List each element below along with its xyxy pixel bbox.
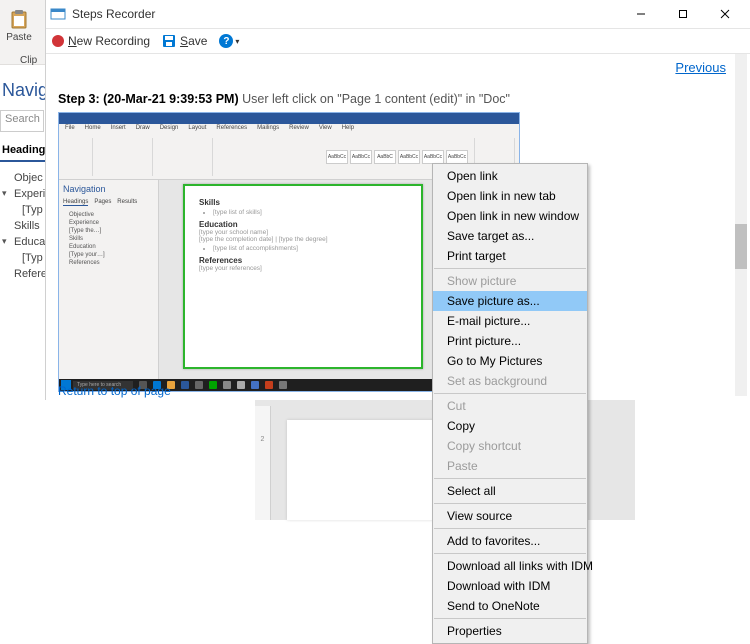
context-menu: Open link Open link in new tab Open link…: [432, 163, 588, 644]
ctx-open-link-new-tab[interactable]: Open link in new tab: [433, 186, 587, 206]
ctx-separator: [434, 553, 586, 554]
ctx-open-link[interactable]: Open link: [433, 166, 587, 186]
ctx-save-target-as[interactable]: Save target as...: [433, 226, 587, 246]
step-caption: Step 3: (20-Mar-21 9:39:53 PM) User left…: [58, 92, 732, 106]
vertical-ruler: 2: [255, 406, 271, 520]
ctx-properties[interactable]: Properties: [433, 621, 587, 641]
ctx-separator: [434, 503, 586, 504]
ctx-cut: Cut: [433, 396, 587, 416]
close-button[interactable]: [704, 0, 746, 28]
ctx-save-picture-as[interactable]: Save picture as...: [433, 291, 587, 311]
paste-button[interactable]: Paste: [5, 10, 33, 43]
ctx-separator: [434, 268, 586, 269]
tree-item-education[interactable]: Educat: [0, 234, 45, 250]
steps-recorder-window: Steps Recorder New Recording Save ? ▾ Pr…: [45, 0, 750, 400]
help-icon: ?: [219, 34, 233, 48]
clipboard-group-label: Clip: [20, 55, 37, 66]
paste-label: Paste: [6, 32, 32, 43]
shot-titlebar: [59, 113, 519, 124]
shot-document-page: Skills [type list of skills] Education […: [183, 184, 423, 369]
ctx-download-all-idm[interactable]: Download all links with IDM: [433, 556, 587, 576]
ctx-view-source[interactable]: View source: [433, 506, 587, 526]
steps-recorder-icon: [50, 6, 66, 22]
chevron-down-icon: ▾: [235, 37, 239, 46]
tree-item-skills[interactable]: Skills: [0, 218, 45, 234]
record-icon: [52, 35, 64, 47]
minimize-button[interactable]: [620, 0, 662, 28]
previous-link[interactable]: Previous: [675, 60, 726, 75]
ctx-print-target[interactable]: Print target: [433, 246, 587, 266]
ctx-separator: [434, 478, 586, 479]
ctx-open-link-new-window[interactable]: Open link in new window: [433, 206, 587, 226]
tree-item-references[interactable]: Referen: [0, 266, 45, 282]
navigation-tree: Objec Experie [Typ Skills Educat [Typ Re…: [0, 170, 45, 282]
maximize-button[interactable]: [662, 0, 704, 28]
ctx-select-all[interactable]: Select all: [433, 481, 587, 501]
toolbar: New Recording Save ? ▾: [46, 28, 750, 54]
ctx-separator: [434, 393, 586, 394]
window-title: Steps Recorder: [72, 7, 620, 21]
title-bar: Steps Recorder: [46, 0, 750, 28]
ctx-separator: [434, 528, 586, 529]
ctx-set-as-background: Set as background: [433, 371, 587, 391]
ctx-separator: [434, 618, 586, 619]
tree-item-typ2[interactable]: [Typ: [0, 250, 45, 266]
ctx-copy[interactable]: Copy: [433, 416, 587, 436]
ctx-email-picture[interactable]: E-mail picture...: [433, 311, 587, 331]
ctx-download-idm[interactable]: Download with IDM: [433, 576, 587, 596]
help-dropdown[interactable]: ? ▾: [219, 34, 239, 48]
minimize-icon: [636, 9, 646, 19]
clipboard-icon: [10, 10, 28, 30]
step-label: Step 3: (20-Mar-21 9:39:53 PM): [58, 92, 239, 106]
tree-item-objective[interactable]: Objec: [0, 170, 45, 186]
navigation-search-input[interactable]: Search do: [0, 110, 44, 132]
recording-content: Previous Step 3: (20-Mar-21 9:39:53 PM) …: [46, 54, 750, 392]
save-button[interactable]: Save: [162, 34, 207, 48]
shot-nav-pane: Navigation Headings Pages Results Object…: [59, 180, 159, 379]
tree-item-typ1[interactable]: [Typ: [0, 202, 45, 218]
ctx-send-to-onenote[interactable]: Send to OneNote: [433, 596, 587, 616]
ctx-paste: Paste: [433, 456, 587, 476]
ctx-add-to-favorites[interactable]: Add to favorites...: [433, 531, 587, 551]
save-icon: [162, 34, 176, 48]
ctx-show-picture: Show picture: [433, 271, 587, 291]
new-recording-button[interactable]: New Recording: [52, 34, 150, 48]
ctx-go-to-my-pictures[interactable]: Go to My Pictures: [433, 351, 587, 371]
maximize-icon: [678, 9, 688, 19]
close-icon: [720, 9, 730, 19]
scrollbar[interactable]: [735, 54, 747, 396]
ctx-print-picture[interactable]: Print picture...: [433, 331, 587, 351]
ruler-tick: 2: [255, 436, 270, 443]
ctx-copy-shortcut: Copy shortcut: [433, 436, 587, 456]
return-to-top-link[interactable]: Return to top of page: [58, 384, 171, 398]
shot-ribbon-tabs: FileHomeInsertDrawDesignLayoutReferences…: [63, 124, 356, 132]
tree-item-experience[interactable]: Experie: [0, 186, 45, 202]
step-description: User left click on "Page 1 content (edit…: [239, 92, 510, 106]
scrollbar-thumb[interactable]: [735, 224, 747, 269]
